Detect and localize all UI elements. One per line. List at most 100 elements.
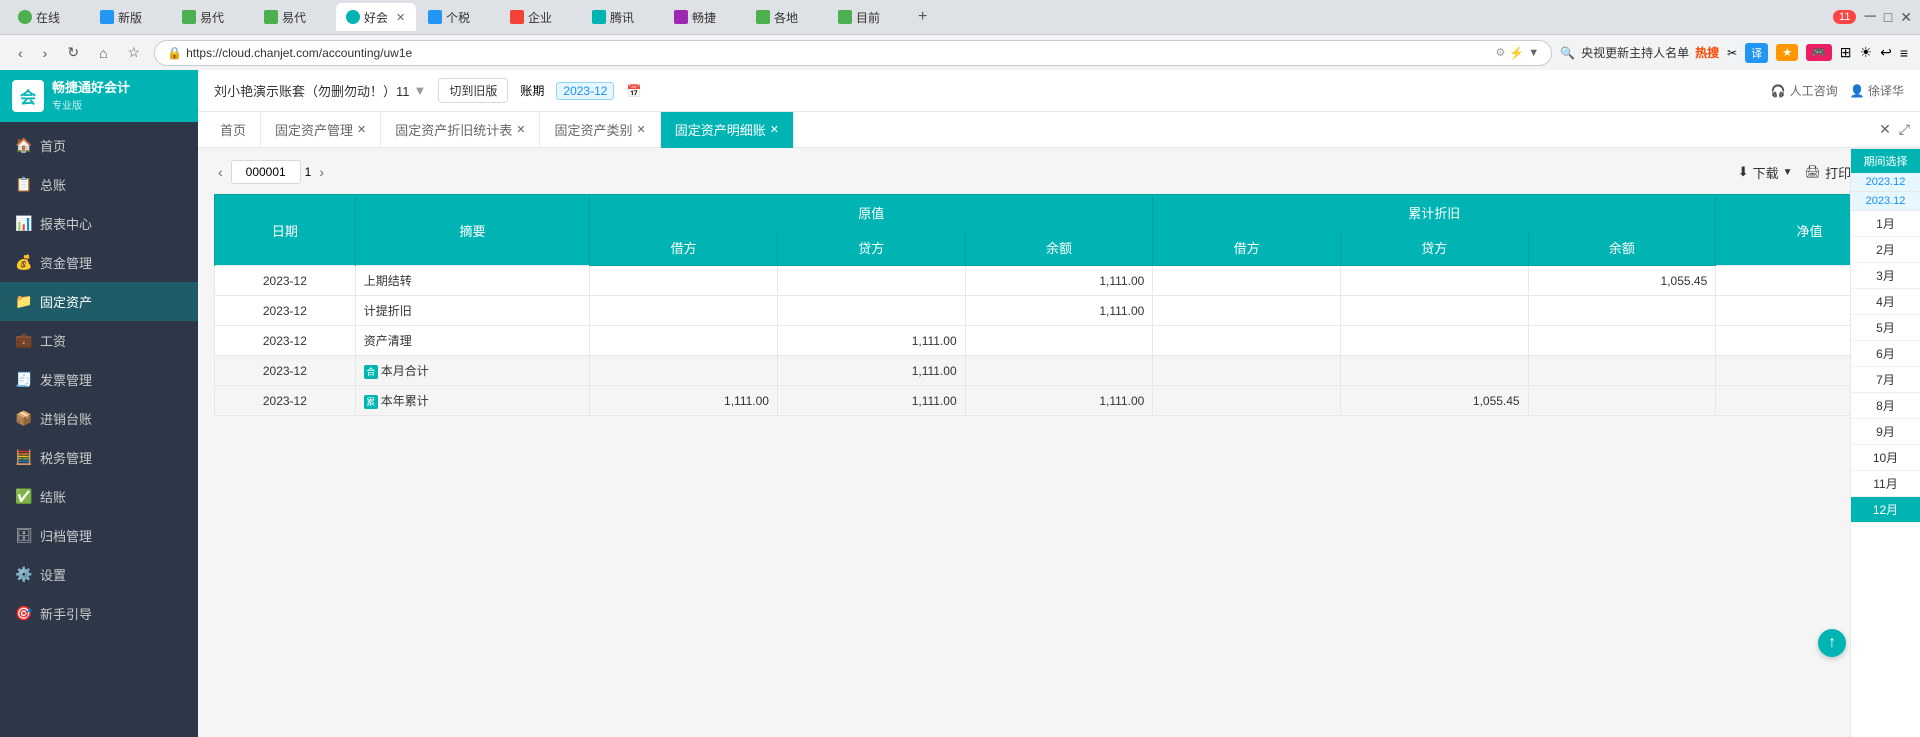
url-dropdown-icon[interactable]: ▼ <box>1528 47 1539 59</box>
user-menu-button[interactable]: 👤 徐译华 <box>1850 82 1904 99</box>
sidebar-label-fixed-assets: 固定资产 <box>40 292 92 311</box>
tab-fixed-assets-mgmt-close[interactable]: ✕ <box>357 123 366 136</box>
sidebar-item-archive[interactable]: 🗄 归档管理 <box>0 516 198 555</box>
sidebar-item-invoice[interactable]: 🧾 发票管理 <box>0 360 198 399</box>
new-tab-button[interactable]: + <box>910 8 935 26</box>
tab-expand-button[interactable]: ⤢ <box>1897 119 1912 140</box>
sidebar-item-closing[interactable]: ✅ 结账 <box>0 477 198 516</box>
period-month-3[interactable]: 3月 <box>1851 263 1920 289</box>
sidebar-item-tax[interactable]: 🧮 税务管理 <box>0 438 198 477</box>
period-badge[interactable]: 2023-12 <box>556 82 614 100</box>
sidebar-item-ledger[interactable]: 📋 总账 <box>0 165 198 204</box>
back-button[interactable]: ‹ <box>12 43 29 63</box>
browser-tab-haokuai[interactable]: 好会 ✕ <box>336 3 416 31</box>
browser-close[interactable]: ✕ <box>1900 9 1912 26</box>
scroll-top-button[interactable]: ↑ <box>1818 629 1846 657</box>
search-area[interactable]: 🔍 央视更新主持人名单 热搜 <box>1560 44 1719 61</box>
browser-tab-geshui[interactable]: 个税 <box>418 3 498 31</box>
sidebar-label-settings: 设置 <box>40 565 66 584</box>
account-selector[interactable]: 刘小艳演示账套（勿删勿动！）11 ▼ <box>214 81 426 100</box>
period-month-7[interactable]: 7月 <box>1851 367 1920 393</box>
period-month-8[interactable]: 8月 <box>1851 393 1920 419</box>
url-lightning-icon[interactable]: ⚡ <box>1509 46 1524 60</box>
browser-minimize[interactable]: ─ <box>1864 8 1875 26</box>
sidebar-item-reports[interactable]: 📊 报表中心 <box>0 204 198 243</box>
game-icon[interactable]: 🎮 <box>1806 44 1832 61</box>
browser-tab-changjie[interactable]: 畅捷 <box>664 3 744 31</box>
sidebar-item-fixed-assets[interactable]: 📁 固定资产 <box>0 282 198 321</box>
browser-tab-yidai2[interactable]: 易代 <box>254 3 334 31</box>
sidebar-item-purchase-sale[interactable]: 📦 进销台账 <box>0 399 198 438</box>
browser-tab-gedi[interactable]: 各地 <box>746 3 826 31</box>
notification-badge[interactable]: 11 <box>1833 10 1856 24</box>
tab-asset-detail-close[interactable]: ✕ <box>770 123 779 136</box>
download-button[interactable]: ⬇ 下载 ▼ <box>1738 163 1793 182</box>
translate-icon[interactable]: 译 <box>1745 43 1768 63</box>
header-accum-credit: 贷方 <box>1340 230 1528 266</box>
funds-icon: 💰 <box>16 255 32 271</box>
switch-version-button[interactable]: 切到旧版 <box>438 78 508 103</box>
browser-tab-yidai1[interactable]: 易代 <box>172 3 252 31</box>
guide-icon: 🎯 <box>16 606 32 622</box>
tab-asset-detail[interactable]: 固定资产明细账 ✕ <box>661 112 794 148</box>
page-number-input[interactable] <box>231 160 301 184</box>
menu-icon[interactable]: ≡ <box>1900 45 1908 61</box>
sidebar-item-settings[interactable]: ⚙️ 设置 <box>0 555 198 594</box>
period-month-12[interactable]: 12月 <box>1851 497 1920 523</box>
period-month-5[interactable]: 5月 <box>1851 315 1920 341</box>
page-next-button[interactable]: › <box>315 164 328 180</box>
star-icon[interactable]: ★ <box>1776 44 1798 61</box>
browser-tab-new[interactable]: 新版 <box>90 3 170 31</box>
tab-actions: ✕ ⤢ <box>1877 119 1912 140</box>
tab-asset-category-close[interactable]: ✕ <box>637 123 646 136</box>
tab-depreciation-stats-close[interactable]: ✕ <box>516 123 525 136</box>
print-button[interactable]: 🖨 打印 <box>1805 163 1852 182</box>
tab-fixed-assets-mgmt[interactable]: 固定资产管理 ✕ <box>261 112 381 148</box>
scissors-icon[interactable]: ✂ <box>1727 46 1737 60</box>
calendar-icon[interactable]: 📅 <box>626 84 641 98</box>
url-settings-icon[interactable]: ⚙ <box>1495 46 1505 59</box>
undo-icon[interactable]: ↩ <box>1880 44 1892 61</box>
period-month-6[interactable]: 6月 <box>1851 341 1920 367</box>
forward-button[interactable]: › <box>37 43 54 63</box>
tab-home-label: 首页 <box>220 120 246 139</box>
period-selector-header[interactable]: 期间选择 <box>1851 149 1920 173</box>
period-month-11[interactable]: 11月 <box>1851 471 1920 497</box>
sidebar-item-funds[interactable]: 💰 资金管理 <box>0 243 198 282</box>
account-dropdown-icon[interactable]: ▼ <box>414 83 427 98</box>
grid-icon[interactable]: ⊞ <box>1840 44 1852 61</box>
brightness-icon[interactable]: ☀ <box>1860 44 1873 61</box>
sidebar-label-tax: 税务管理 <box>40 448 92 467</box>
period-month-10[interactable]: 10月 <box>1851 445 1920 471</box>
refresh-button[interactable]: ↻ <box>61 42 85 63</box>
browser-tab-tengxun[interactable]: 腾讯 <box>582 3 662 31</box>
url-bar[interactable]: 🔒 https://cloud.chanjet.com/accounting/u… <box>154 40 1552 66</box>
browser-tab-close[interactable]: ✕ <box>396 11 405 24</box>
cell-accum-balance <box>1528 296 1716 326</box>
browser-tab-qiye[interactable]: 企业 <box>500 3 580 31</box>
sidebar-item-home[interactable]: 🏠 首页 <box>0 126 198 165</box>
browser-maximize[interactable]: □ <box>1884 9 1892 25</box>
browser-tab-online[interactable]: 在线 <box>8 3 88 31</box>
period-month-9[interactable]: 9月 <box>1851 419 1920 445</box>
tab-depreciation-stats[interactable]: 固定资产折旧统计表 ✕ <box>381 112 540 148</box>
period-month-1[interactable]: 1月 <box>1851 211 1920 237</box>
logo-icon: 会 <box>20 84 36 108</box>
tab-asset-category[interactable]: 固定资产类别 ✕ <box>540 112 660 148</box>
bookmark-button[interactable]: ☆ <box>122 42 147 63</box>
page-prev-button[interactable]: ‹ <box>214 164 227 180</box>
home-button[interactable]: ⌂ <box>93 43 113 63</box>
account-name: 刘小艳演示账套（勿删勿动！）11 <box>214 81 410 100</box>
cell-summary: 计提折旧 <box>355 296 590 326</box>
browser-tab-muqian[interactable]: 目前 <box>828 3 908 31</box>
tab-depreciation-stats-label: 固定资产折旧统计表 <box>395 120 512 139</box>
customer-service-button[interactable]: 🎧 人工咨询 <box>1771 82 1838 99</box>
tab-collapse-button[interactable]: ✕ <box>1877 119 1893 140</box>
tab-home[interactable]: 首页 <box>206 112 261 148</box>
cell-date: 2023-12 <box>215 356 356 386</box>
period-month-2[interactable]: 2月 <box>1851 237 1920 263</box>
sidebar-item-payroll[interactable]: 💼 工资 <box>0 321 198 360</box>
sidebar-item-guide[interactable]: 🎯 新手引导 <box>0 594 198 633</box>
browser-actions: ✂ 译 ★ 🎮 ⊞ ☀ ↩ ≡ <box>1727 43 1908 63</box>
period-month-4[interactable]: 4月 <box>1851 289 1920 315</box>
